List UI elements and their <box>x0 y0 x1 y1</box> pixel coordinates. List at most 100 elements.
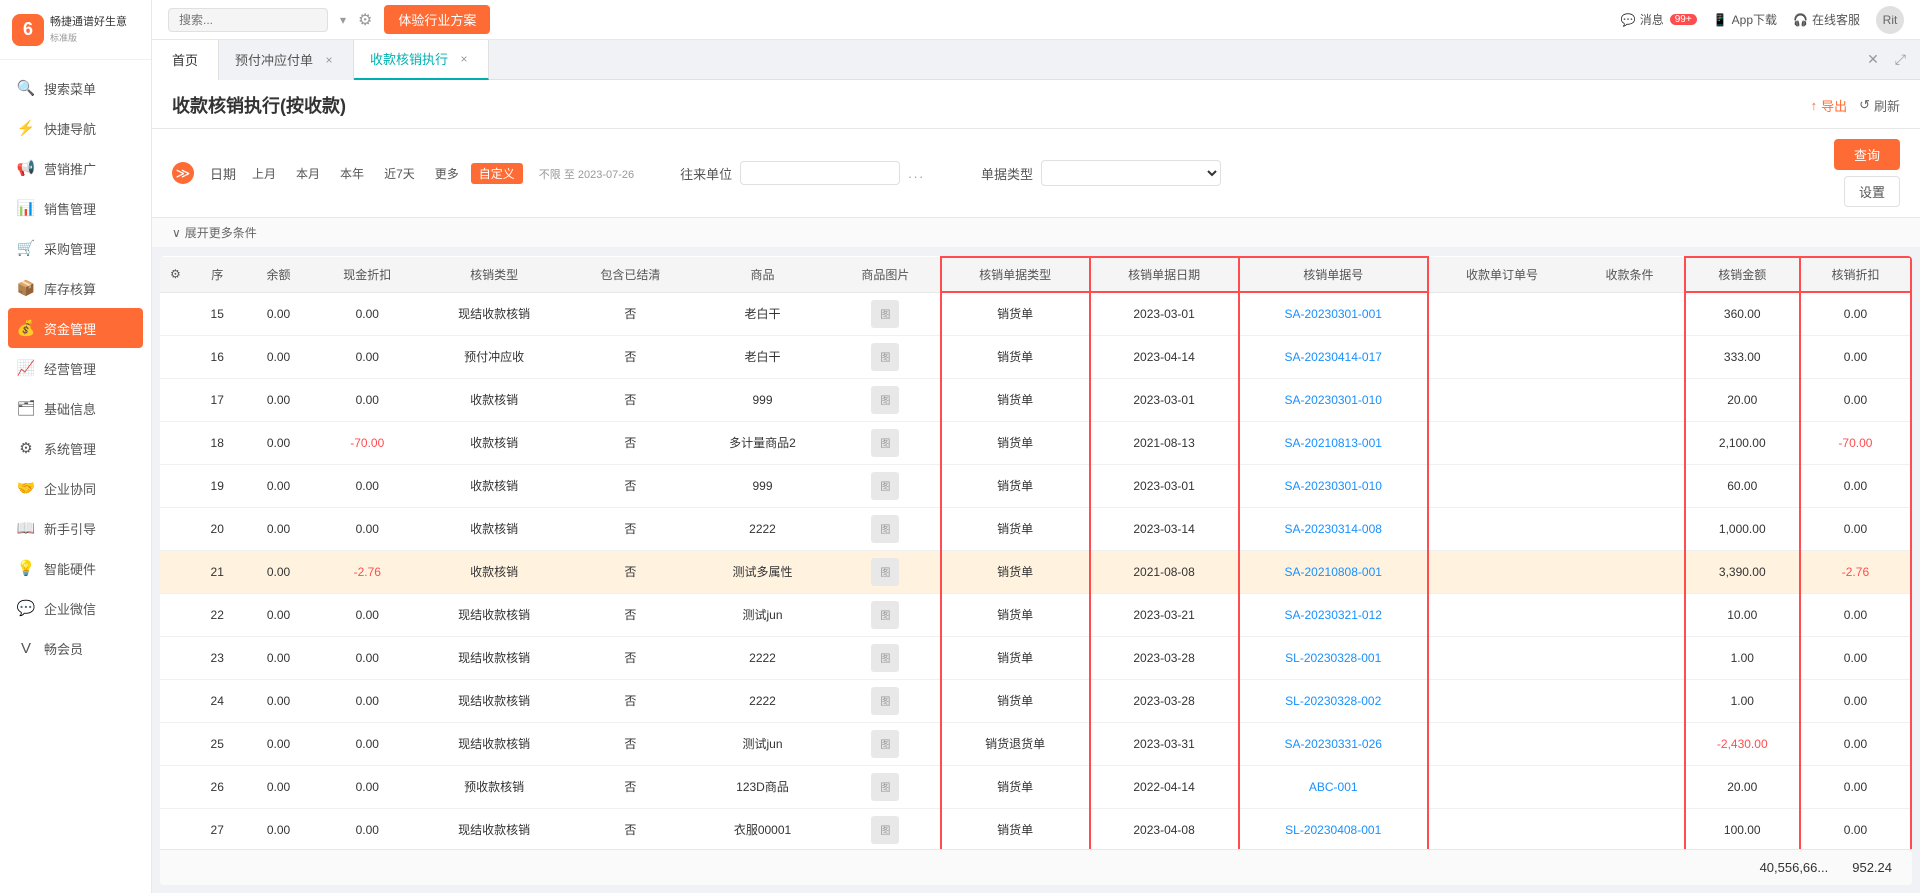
tab-expand-icon[interactable]: ⤢ <box>1889 47 1912 72</box>
date-btn-this-month[interactable]: 本月 <box>288 163 328 184</box>
tab-receipts[interactable]: 收款核销执行 × <box>354 40 489 80</box>
sidebar-item-营销推广[interactable]: 📢营销推广 <box>0 148 151 188</box>
filter-settings-button[interactable]: 设置 <box>1844 176 1900 207</box>
tab-home[interactable]: 首页 <box>152 40 219 80</box>
query-button[interactable]: 查询 <box>1834 139 1900 170</box>
export-button[interactable]: ↑ 导出 <box>1811 96 1848 115</box>
date-btn-more[interactable]: 更多 <box>427 163 467 184</box>
td-write-off-discount: 0.00 <box>1800 378 1911 421</box>
sidebar-item-畅会员[interactable]: V畅会员 <box>0 628 151 668</box>
td-write-off-amount: 1,000.00 <box>1685 507 1800 550</box>
th-receipt-order-no: 收款单订单号 <box>1428 257 1575 292</box>
sidebar-item-基础信息[interactable]: 🗂基础信息 <box>0 388 151 428</box>
td-goods: 测试多属性 <box>694 550 831 593</box>
bill-no-link[interactable]: ABC-001 <box>1309 780 1358 794</box>
td-bill-no[interactable]: SL-20230328-001 <box>1239 636 1428 679</box>
partner-filter-input[interactable] <box>740 161 900 185</box>
expand-conditions-label: 展开更多条件 <box>185 224 257 241</box>
filter-bar: ≫ 日期 上月 本月 本年 近7天 更多 自定义 不限 至 2023-07-26 <box>152 129 1920 218</box>
filter-expand-btn[interactable]: ≫ <box>172 162 194 184</box>
td-bill-no[interactable]: SA-20230314-008 <box>1239 507 1428 550</box>
filter-bill-type-group: 单据类型 <box>981 160 1221 186</box>
th-write-off-amount: 核销金额 <box>1685 257 1800 292</box>
message-action[interactable]: 💬 消息 99+ <box>1621 11 1697 28</box>
message-label: 消息 <box>1640 11 1664 28</box>
table-row: 16 0.00 0.00 预付冲应收 否 老白干 图 销货单 2023-04-1… <box>160 335 1911 378</box>
date-btn-custom[interactable]: 自定义 <box>471 163 523 184</box>
td-bill-type: 销货退货单 <box>941 722 1090 765</box>
sidebar-item-企业协同[interactable]: 🤝企业协同 <box>0 468 151 508</box>
td-bill-no[interactable]: SA-20230331-026 <box>1239 722 1428 765</box>
bill-no-link[interactable]: SA-20230301-001 <box>1285 307 1382 321</box>
td-receipt-order-no <box>1428 593 1575 636</box>
bill-no-link[interactable]: SA-20230314-008 <box>1285 522 1382 536</box>
td-included-settled: 否 <box>567 550 694 593</box>
refresh-button[interactable]: ↺ 刷新 <box>1859 96 1900 115</box>
td-bill-no[interactable]: SA-20230414-017 <box>1239 335 1428 378</box>
industry-btn[interactable]: 体验行业方案 <box>384 5 490 34</box>
td-write-off-discount: 0.00 <box>1800 765 1911 808</box>
table-row: 19 0.00 0.00 收款核销 否 999 图 销货单 2023-03-01… <box>160 464 1911 507</box>
settings-icon[interactable]: ⚙ <box>358 10 372 30</box>
sidebar-item-搜索菜单[interactable]: 🔍搜索菜单 <box>0 68 151 108</box>
td-goods: 衣服00001 <box>694 808 831 849</box>
sidebar-item-采购管理[interactable]: 🛒采购管理 <box>0 228 151 268</box>
sidebar-item-资金管理[interactable]: 💰资金管理 <box>8 308 143 348</box>
td-goods-image: 图 <box>831 464 940 507</box>
td-goods-image: 图 <box>831 421 940 464</box>
expand-conditions-bar[interactable]: ∨ 展开更多条件 <box>152 218 1920 248</box>
td-included-settled: 否 <box>567 507 694 550</box>
sidebar-item-智能硬件[interactable]: 💡智能硬件 <box>0 548 151 588</box>
td-bill-no[interactable]: SA-20230301-010 <box>1239 378 1428 421</box>
td-settings <box>160 722 191 765</box>
bill-no-link[interactable]: SA-20210808-001 <box>1285 565 1382 579</box>
sidebar-item-系统管理[interactable]: ⚙系统管理 <box>0 428 151 468</box>
td-bill-no[interactable]: SA-20230321-012 <box>1239 593 1428 636</box>
td-receipt-order-no <box>1428 550 1575 593</box>
sidebar-item-库存核算[interactable]: 📦库存核算 <box>0 268 151 308</box>
tab-receipts-close[interactable]: × <box>456 51 472 67</box>
top-search-input[interactable] <box>168 8 328 32</box>
td-balance: 0.00 <box>244 808 314 849</box>
partner-filter-more[interactable]: ... <box>908 166 925 181</box>
sidebar-item-快捷导航[interactable]: ⚡快捷导航 <box>0 108 151 148</box>
td-bill-no[interactable]: ABC-001 <box>1239 765 1428 808</box>
td-bill-no[interactable]: SA-20210813-001 <box>1239 421 1428 464</box>
online-service-action[interactable]: 🎧 在线客服 <box>1793 11 1860 28</box>
bill-type-filter-select[interactable] <box>1041 160 1221 186</box>
bill-no-link[interactable]: SA-20230331-026 <box>1285 737 1382 751</box>
bill-no-link[interactable]: SL-20230328-001 <box>1285 651 1381 665</box>
td-bill-no[interactable]: SL-20230328-002 <box>1239 679 1428 722</box>
dropdown-arrow-icon[interactable]: ▾ <box>340 13 346 27</box>
tab-close-all-icon[interactable]: ✕ <box>1861 47 1885 72</box>
tab-prepay[interactable]: 预付冲应付单 × <box>219 40 354 80</box>
td-included-settled: 否 <box>567 335 694 378</box>
td-bill-no[interactable]: SA-20230301-010 <box>1239 464 1428 507</box>
bill-no-link[interactable]: SL-20230328-002 <box>1285 694 1381 708</box>
bill-no-link[interactable]: SA-20230301-010 <box>1285 393 1382 407</box>
td-bill-type: 销货单 <box>941 335 1090 378</box>
sidebar-item-经营管理[interactable]: 📈经营管理 <box>0 348 151 388</box>
date-btn-last-month[interactable]: 上月 <box>244 163 284 184</box>
user-avatar[interactable]: Rit <box>1876 6 1904 34</box>
date-btn-this-year[interactable]: 本年 <box>332 163 372 184</box>
app-download-action[interactable]: 📱 App下载 <box>1713 11 1777 28</box>
td-bill-no[interactable]: SA-20210808-001 <box>1239 550 1428 593</box>
th-bill-date: 核销单据日期 <box>1090 257 1239 292</box>
td-bill-no[interactable]: SA-20230301-001 <box>1239 292 1428 335</box>
td-seq: 18 <box>191 421 244 464</box>
td-bill-no[interactable]: SL-20230408-001 <box>1239 808 1428 849</box>
bill-no-link[interactable]: SA-20230301-010 <box>1285 479 1382 493</box>
bill-no-link[interactable]: SA-20230414-017 <box>1285 350 1382 364</box>
th-goods-image: 商品图片 <box>831 257 940 292</box>
sidebar-item-新手引导[interactable]: 📖新手引导 <box>0 508 151 548</box>
tab-prepay-close[interactable]: × <box>321 52 337 68</box>
th-settings[interactable]: ⚙ <box>160 257 191 292</box>
sidebar-item-企业微信[interactable]: 💬企业微信 <box>0 588 151 628</box>
bill-no-link[interactable]: SA-20210813-001 <box>1285 436 1382 450</box>
bill-no-link[interactable]: SA-20230321-012 <box>1285 608 1382 622</box>
date-btn-7days[interactable]: 近7天 <box>376 163 423 184</box>
bill-no-link[interactable]: SL-20230408-001 <box>1285 823 1381 837</box>
sidebar-item-销售管理[interactable]: 📊销售管理 <box>0 188 151 228</box>
table-wrapper[interactable]: ⚙ 序 余额 现金折扣 核销类型 包含已结清 商品 商品图片 核销单据类型 核销… <box>160 256 1912 849</box>
